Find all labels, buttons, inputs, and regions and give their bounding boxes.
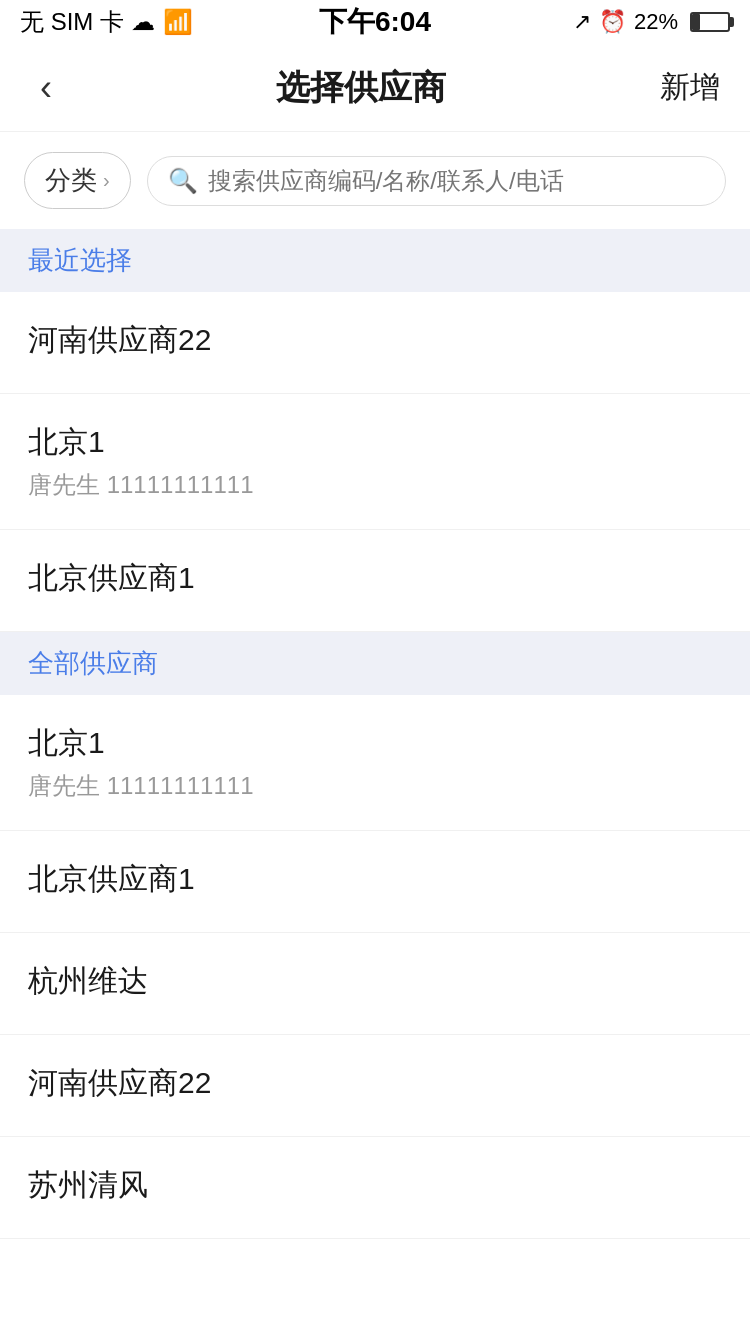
battery-icon [690,12,730,32]
supplier-name: 苏州清风 [28,1165,722,1206]
list-item[interactable]: 北京1 唐先生 11111111111 [0,394,750,530]
status-right: ↗ ⏰ 22% [573,9,730,35]
supplier-list: 最近选择河南供应商22 北京1 唐先生 11111111111 北京供应商1 全部供应商… [0,229,750,1239]
status-bar: 无 SIM 卡 ☁ 📶 下午6:04 ↗ ⏰ 22% [0,0,750,44]
section-header-recent: 最近选择 [0,229,750,292]
list-item[interactable]: 北京供应商1 [0,530,750,632]
supplier-name: 杭州维达 [28,961,722,1002]
page-title: 选择供应商 [276,65,446,111]
list-item[interactable]: 北京1 唐先生 11111111111 [0,695,750,831]
status-time: 下午6:04 [319,3,431,41]
supplier-name: 北京供应商1 [28,859,722,900]
location-icon: ↗ [573,9,591,35]
status-left: 无 SIM 卡 ☁ 📶 [20,6,193,38]
no-sim-label: 无 SIM 卡 ☁ [20,6,155,38]
alarm-icon: ⏰ [599,9,626,35]
supplier-sub: 唐先生 11111111111 [28,469,722,501]
supplier-sub: 唐先生 11111111111 [28,770,722,802]
list-item[interactable]: 杭州维达 [0,933,750,1035]
add-button[interactable]: 新增 [660,67,720,108]
list-item[interactable]: 河南供应商22 [0,1035,750,1137]
category-label: 分类 [45,163,97,198]
list-item[interactable]: 河南供应商22 [0,292,750,394]
list-item[interactable]: 北京供应商1 [0,831,750,933]
supplier-name: 河南供应商22 [28,320,722,361]
search-input[interactable] [208,167,705,195]
section-header-all: 全部供应商 [0,632,750,695]
supplier-name: 北京1 [28,422,722,463]
category-filter-button[interactable]: 分类 › [24,152,131,209]
search-icon: 🔍 [168,167,198,195]
wifi-icon: 📶 [163,8,193,36]
nav-bar: ‹ 选择供应商 新增 [0,44,750,132]
search-box: 🔍 [147,156,726,206]
supplier-name: 北京供应商1 [28,558,722,599]
back-button[interactable]: ‹ [30,57,62,119]
filter-row: 分类 › 🔍 [0,132,750,229]
list-item[interactable]: 苏州清风 [0,1137,750,1239]
chevron-right-icon: › [103,169,110,192]
supplier-name: 河南供应商22 [28,1063,722,1104]
supplier-name: 北京1 [28,723,722,764]
battery-percent: 22% [634,9,678,35]
